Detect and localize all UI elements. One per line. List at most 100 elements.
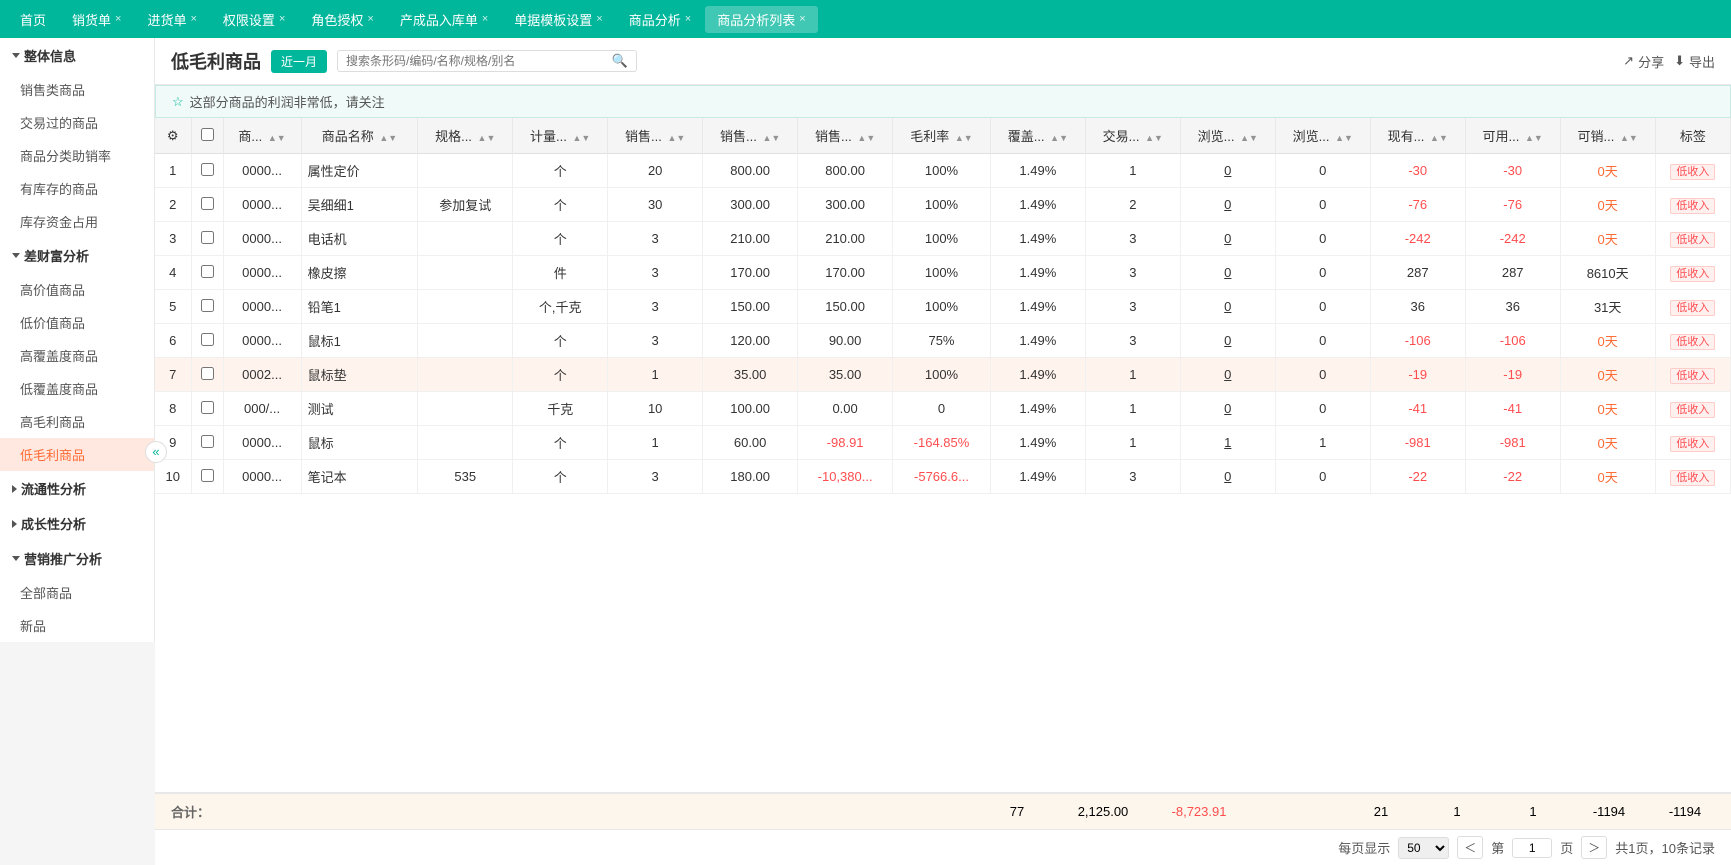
- nav-close-product-analysis[interactable]: ×: [685, 13, 691, 25]
- sort-current-stock-icon[interactable]: ▲▼: [1430, 133, 1448, 143]
- col-sales-profit[interactable]: 销售... ▲▼: [798, 118, 893, 154]
- row-checkbox[interactable]: [191, 426, 223, 460]
- sidebar-item-capital[interactable]: 库存资金占用: [0, 205, 154, 238]
- sidebar-item-low-coverage[interactable]: 低覆盖度商品: [0, 372, 154, 405]
- col-gross-rate[interactable]: 毛利率 ▲▼: [893, 118, 991, 154]
- col-browse1[interactable]: 浏览... ▲▼: [1180, 118, 1275, 154]
- sidebar-group-overall[interactable]: 整体信息: [0, 38, 154, 73]
- nav-close-product-analysis-list[interactable]: ×: [799, 13, 805, 25]
- row-checkbox[interactable]: [191, 358, 223, 392]
- sidebar-item-category-rate[interactable]: 商品分类助销率: [0, 139, 154, 172]
- col-browse2[interactable]: 浏览... ▲▼: [1275, 118, 1370, 154]
- nav-finished-goods[interactable]: 产成品入库单 ×: [388, 6, 500, 33]
- row-name[interactable]: 橡皮擦: [301, 256, 418, 290]
- row-browse1[interactable]: 0: [1180, 256, 1275, 290]
- sidebar-item-traded-goods[interactable]: 交易过的商品: [0, 106, 154, 139]
- row-name[interactable]: 鼠标垫: [301, 358, 418, 392]
- row-name[interactable]: 鼠标1: [301, 324, 418, 358]
- page-size-select[interactable]: 50 20 100: [1398, 837, 1449, 859]
- sidebar-item-new-goods[interactable]: 新品: [0, 609, 154, 642]
- select-all-checkbox[interactable]: [201, 128, 214, 141]
- export-button[interactable]: ⬇ 导出: [1674, 52, 1715, 71]
- col-spec[interactable]: 规格... ▲▼: [418, 118, 513, 154]
- sort-sales-qty-icon[interactable]: ▲▼: [667, 133, 685, 143]
- col-unit[interactable]: 计量... ▲▼: [513, 118, 608, 154]
- sort-available-icon[interactable]: ▲▼: [1525, 133, 1543, 143]
- nav-product-analysis-list[interactable]: 商品分析列表 ×: [705, 6, 817, 33]
- search-icon[interactable]: 🔍: [612, 53, 628, 69]
- col-name[interactable]: 商品名称 ▲▼: [301, 118, 418, 154]
- col-code[interactable]: 商... ▲▼: [223, 118, 301, 154]
- nav-close-roles[interactable]: ×: [367, 13, 373, 25]
- sort-name-icon[interactable]: ▲▼: [379, 133, 397, 143]
- sort-trade-icon[interactable]: ▲▼: [1145, 133, 1163, 143]
- nav-home[interactable]: 首页: [8, 6, 58, 33]
- row-browse1[interactable]: 0: [1180, 392, 1275, 426]
- row-checkbox[interactable]: [191, 222, 223, 256]
- row-name[interactable]: 鼠标: [301, 426, 418, 460]
- nav-sales[interactable]: 销货单 ×: [60, 6, 133, 33]
- sidebar-group-wealth[interactable]: 差财富分析: [0, 238, 154, 273]
- sidebar-item-high-value[interactable]: 高价值商品: [0, 273, 154, 306]
- time-tab-button[interactable]: 近一月: [271, 50, 327, 73]
- row-checkbox[interactable]: [191, 392, 223, 426]
- col-coverage[interactable]: 覆盖... ▲▼: [990, 118, 1085, 154]
- row-browse1[interactable]: 0: [1180, 222, 1275, 256]
- row-name[interactable]: 铅笔1: [301, 290, 418, 324]
- row-browse1[interactable]: 0: [1180, 154, 1275, 188]
- nav-product-analysis[interactable]: 商品分析 ×: [617, 6, 703, 33]
- row-checkbox[interactable]: [191, 290, 223, 324]
- col-sales-amount[interactable]: 销售... ▲▼: [703, 118, 798, 154]
- row-browse1[interactable]: 0: [1180, 358, 1275, 392]
- nav-close-sales[interactable]: ×: [115, 13, 121, 25]
- sidebar-group-growth[interactable]: 成长性分析: [0, 506, 154, 541]
- sidebar-item-all-goods[interactable]: 全部商品: [0, 576, 154, 609]
- row-checkbox[interactable]: [191, 188, 223, 222]
- col-saleable[interactable]: 可销... ▲▼: [1560, 118, 1655, 154]
- share-button[interactable]: ↗ 分享: [1623, 52, 1664, 71]
- col-current-stock[interactable]: 现有... ▲▼: [1370, 118, 1465, 154]
- row-name[interactable]: 电话机: [301, 222, 418, 256]
- nav-close-permissions[interactable]: ×: [279, 13, 285, 25]
- sidebar-item-high-margin[interactable]: 高毛利商品: [0, 405, 154, 438]
- nav-roles[interactable]: 角色授权 ×: [299, 6, 385, 33]
- nav-close-template-settings[interactable]: ×: [596, 13, 602, 25]
- nav-close-purchase[interactable]: ×: [190, 13, 196, 25]
- row-checkbox[interactable]: [191, 256, 223, 290]
- prev-page-button[interactable]: ＜: [1457, 836, 1483, 859]
- row-browse1[interactable]: 1: [1180, 426, 1275, 460]
- sort-sales-amount-icon[interactable]: ▲▼: [762, 133, 780, 143]
- sort-unit-icon[interactable]: ▲▼: [573, 133, 591, 143]
- row-checkbox[interactable]: [191, 324, 223, 358]
- col-tag[interactable]: 标签: [1655, 118, 1730, 154]
- sidebar-item-low-value[interactable]: 低价值商品: [0, 306, 154, 339]
- sort-coverage-icon[interactable]: ▲▼: [1050, 133, 1068, 143]
- col-sales-qty[interactable]: 销售... ▲▼: [608, 118, 703, 154]
- page-number-input[interactable]: [1512, 838, 1552, 858]
- row-name[interactable]: 测试: [301, 392, 418, 426]
- row-browse1[interactable]: 0: [1180, 460, 1275, 494]
- sidebar-item-low-margin[interactable]: 低毛利商品: [0, 438, 154, 471]
- sidebar-group-marketing[interactable]: 营销推广分析: [0, 541, 154, 576]
- sort-gross-rate-icon[interactable]: ▲▼: [955, 133, 973, 143]
- col-settings[interactable]: ⚙: [155, 118, 191, 154]
- sort-browse1-icon[interactable]: ▲▼: [1240, 133, 1258, 143]
- sort-spec-icon[interactable]: ▲▼: [478, 133, 496, 143]
- sidebar-collapse-button[interactable]: «: [145, 441, 167, 463]
- row-browse1[interactable]: 0: [1180, 324, 1275, 358]
- search-input[interactable]: [346, 54, 612, 68]
- sort-saleable-icon[interactable]: ▲▼: [1620, 133, 1638, 143]
- nav-template-settings[interactable]: 单据模板设置 ×: [502, 6, 614, 33]
- row-name[interactable]: 吴细细1: [301, 188, 418, 222]
- sort-browse2-icon[interactable]: ▲▼: [1335, 133, 1353, 143]
- settings-icon[interactable]: ⚙: [167, 128, 179, 143]
- row-checkbox[interactable]: [191, 460, 223, 494]
- sidebar-item-sales-goods[interactable]: 销售类商品: [0, 73, 154, 106]
- sort-code-icon[interactable]: ▲▼: [268, 133, 286, 143]
- sidebar-item-high-coverage[interactable]: 高覆盖度商品: [0, 339, 154, 372]
- sidebar-group-liquidity[interactable]: 流通性分析: [0, 471, 154, 506]
- nav-permissions[interactable]: 权限设置 ×: [211, 6, 297, 33]
- col-available[interactable]: 可用... ▲▼: [1465, 118, 1560, 154]
- col-trade-count[interactable]: 交易... ▲▼: [1085, 118, 1180, 154]
- sort-sales-profit-icon[interactable]: ▲▼: [857, 133, 875, 143]
